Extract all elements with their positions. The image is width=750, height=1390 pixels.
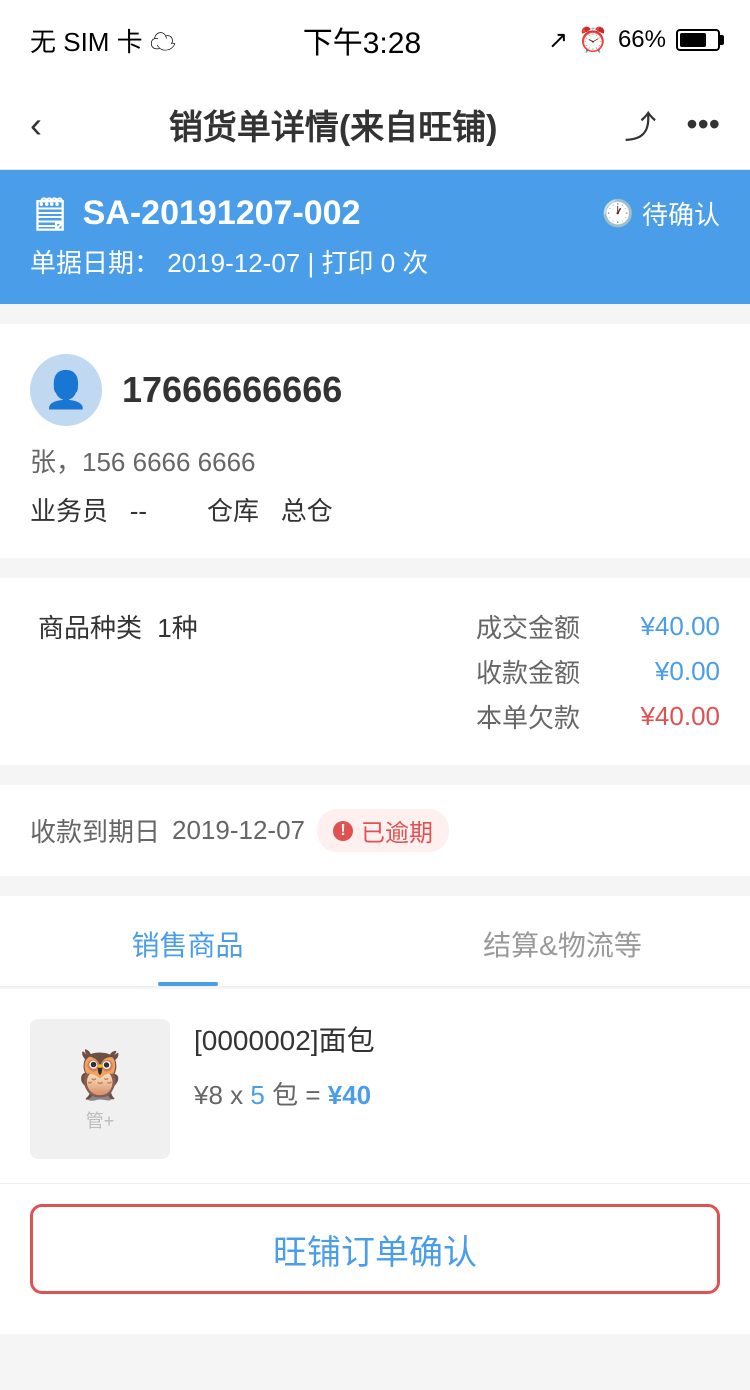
product-price: ¥8 [194,1080,223,1110]
summary-right: 成交金额 ¥40.00 收款金额 ¥0.00 本单欠款 ¥40.00 [476,608,720,735]
tab-sales-products[interactable]: 销售商品 [0,896,375,986]
product-multiply: x [230,1080,250,1110]
tabs-section: 销售商品 结算&物流等 [0,896,750,987]
salesperson-field: 业务员 -- [30,491,147,528]
more-icon[interactable]: ••• [686,106,720,143]
customer-phone: 17666666666 [122,369,342,411]
product-equals: = [305,1080,327,1110]
confirm-order-button[interactable]: 旺铺订单确认 [30,1204,720,1294]
product-unit: 包 [272,1080,298,1110]
status-bar: 无 SIM 卡 ☁ 下午3:28 ↗ ⏰ 66% [0,0,750,80]
owed-value: ¥40.00 [600,701,720,732]
overdue-label: 已逾期 [361,813,433,848]
deal-amount-row: 成交金额 ¥40.00 [476,608,720,645]
product-name: [0000002]面包 [194,1019,720,1059]
product-section: 🦉 管+ [0000002]面包 ¥8 x 5 包 = ¥40 [0,989,750,1190]
overdue-badge: ! 已逾期 [317,809,449,852]
warehouse-field: 仓库 总仓 [207,491,333,528]
product-price-row: ¥8 x 5 包 = ¥40 [194,1075,720,1112]
location-icon: ↗ [548,26,568,55]
order-meta: 单据日期： 2019-12-07 | 打印 0 次 [30,243,720,280]
product-info: [0000002]面包 ¥8 x 5 包 = ¥40 [194,1019,720,1159]
due-date-value: 2019-12-07 [172,815,305,846]
product-image-inner: 🦉 管+ [70,1046,130,1133]
nav-bar: ‹ 销货单详情(来自旺铺) ⤴ ••• [0,80,750,170]
status-badge: 🕐 待确认 [602,195,720,232]
bottom-bar: 旺铺订单确认 [0,1183,750,1334]
tab-settlement-logistics[interactable]: 结算&物流等 [375,896,750,986]
status-bar-time: 下午3:28 [303,18,421,62]
product-qty: 5 [250,1080,264,1110]
header-card: 🗒 SA-20191207-002 🕐 待确认 单据日期： 2019-12-07… [0,170,750,304]
back-button[interactable]: ‹ [30,104,42,146]
status-bar-left: 无 SIM 卡 ☁ [30,22,176,59]
battery-percent: 66% [618,26,666,54]
alarm-icon: ⏰ [578,26,608,55]
overdue-icon: ! [333,821,353,841]
order-number: 🗒 SA-20191207-002 [30,194,361,233]
product-type-field: 商品种类 1种 [30,608,198,645]
product-logo: 🦉 [70,1046,130,1103]
tabs-row: 销售商品 结算&物流等 [0,896,750,986]
received-value: ¥0.00 [600,656,720,687]
product-image: 🦉 管+ [30,1019,170,1159]
page-title: 销货单详情(来自旺铺) [169,100,498,149]
owed-label: 本单欠款 [476,698,580,735]
customer-top: 👤 17666666666 [30,354,720,426]
product-item: 🦉 管+ [0000002]面包 ¥8 x 5 包 = ¥40 [0,989,750,1190]
due-date-label: 收款到期日 [30,812,160,849]
header-card-top: 🗒 SA-20191207-002 🕐 待确认 [30,194,720,233]
summary-grid: 商品种类 1种 成交金额 ¥40.00 收款金额 ¥0.00 本单欠款 ¥40.… [30,608,720,735]
received-amount-row: 收款金额 ¥0.00 [476,653,720,690]
status-bar-right: ↗ ⏰ 66% [548,26,720,55]
received-label: 收款金额 [476,653,580,690]
owed-amount-row: 本单欠款 ¥40.00 [476,698,720,735]
product-total: ¥40 [328,1080,371,1110]
product-logo-text: 管+ [86,1107,115,1133]
due-date-section: 收款到期日 2019-12-07 ! 已逾期 [0,785,750,876]
customer-section: 👤 17666666666 张，156 6666 6666 业务员 -- 仓库 … [0,324,750,558]
avatar-icon: 👤 [44,369,89,411]
battery-icon [676,29,720,51]
deal-amount-label: 成交金额 [476,608,580,645]
nav-actions: ⤴ ••• [624,102,720,148]
avatar: 👤 [30,354,102,426]
summary-section: 商品种类 1种 成交金额 ¥40.00 收款金额 ¥0.00 本单欠款 ¥40.… [0,578,750,765]
share-icon[interactable]: ⤴ [624,102,656,148]
deal-amount-value: ¥40.00 [600,611,720,642]
clock-icon: 🕐 [602,198,634,229]
status-label: 待确认 [642,195,720,232]
summary-left: 商品种类 1种 [30,608,198,645]
order-icon: 🗒 [30,195,71,233]
customer-fields: 业务员 -- 仓库 总仓 [30,491,720,528]
customer-name-phone: 张，156 6666 6666 [30,442,720,479]
sim-label: 无 SIM 卡 ☁ [30,22,176,59]
